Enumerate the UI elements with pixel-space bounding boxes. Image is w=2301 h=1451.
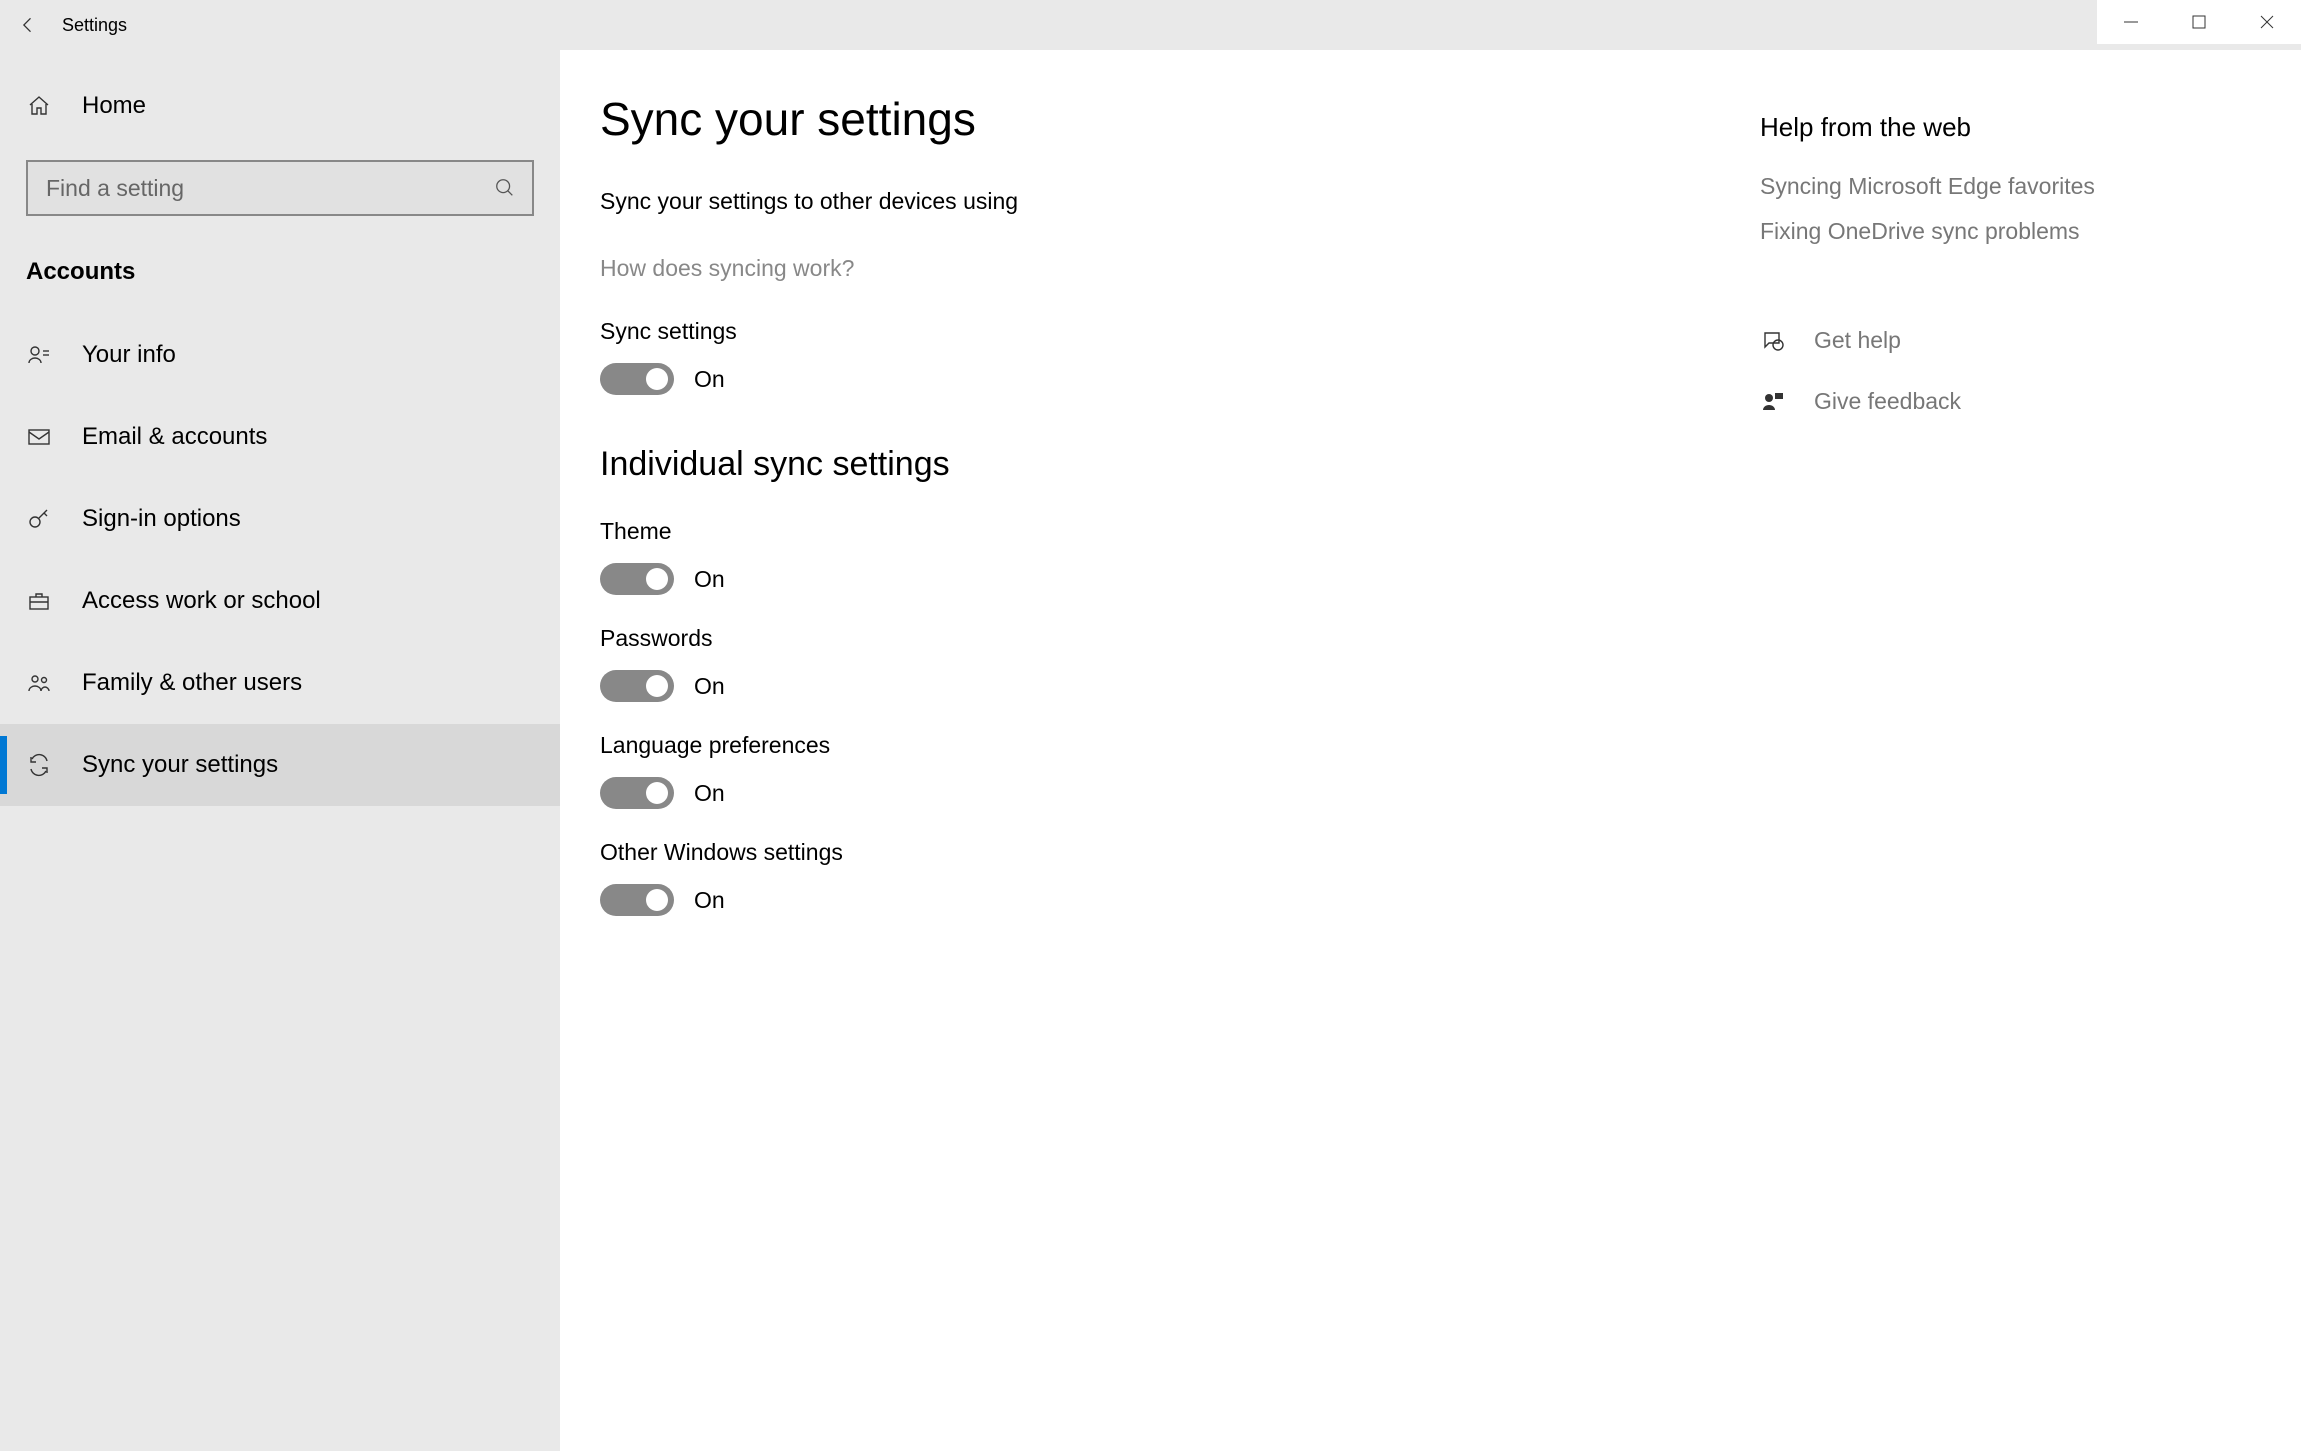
other-windows-toggle[interactable]: [600, 884, 674, 916]
sidebar-item-label: Sign-in options: [82, 505, 241, 533]
feedback-icon: [1760, 390, 1786, 414]
give-feedback-label: Give feedback: [1814, 388, 1961, 415]
briefcase-icon: [26, 589, 52, 613]
minimize-button[interactable]: [2097, 0, 2165, 44]
sidebar-item-label: Family & other users: [82, 669, 302, 697]
minimize-icon: [2123, 14, 2139, 30]
maximize-button[interactable]: [2165, 0, 2233, 44]
sidebar-item-sync-settings[interactable]: Sync your settings: [0, 724, 560, 806]
sidebar-home-label: Home: [82, 92, 146, 120]
help-heading: Help from the web: [1760, 112, 2200, 143]
sidebar-home[interactable]: Home: [0, 72, 560, 140]
title-bar: Settings: [0, 0, 2301, 50]
theme-label: Theme: [600, 518, 1760, 545]
get-help-link[interactable]: Get help: [1760, 327, 2200, 354]
other-windows-label: Other Windows settings: [600, 839, 1760, 866]
sidebar-item-your-info[interactable]: Your info: [0, 314, 560, 396]
back-arrow-icon: [18, 15, 38, 35]
give-feedback-link[interactable]: Give feedback: [1760, 388, 2200, 415]
window-title: Settings: [56, 15, 127, 36]
get-help-label: Get help: [1814, 327, 1901, 354]
mail-icon: [26, 425, 52, 449]
chat-help-icon: [1760, 329, 1786, 353]
sync-settings-state: On: [694, 366, 725, 393]
page-description: Sync your settings to other devices usin…: [600, 188, 1760, 215]
person-card-icon: [26, 343, 52, 367]
sidebar-item-label: Email & accounts: [82, 423, 267, 451]
help-pane: Help from the web Syncing Microsoft Edge…: [1760, 92, 2240, 1451]
help-link-onedrive-sync[interactable]: Fixing OneDrive sync problems: [1760, 218, 2200, 245]
sidebar: Home Accounts Your info Em: [0, 50, 560, 1451]
sync-icon: [26, 753, 52, 777]
home-icon: [26, 94, 52, 118]
sidebar-item-email-accounts[interactable]: Email & accounts: [0, 396, 560, 478]
help-link-edge-favorites[interactable]: Syncing Microsoft Edge favorites: [1760, 173, 2200, 200]
key-icon: [26, 507, 52, 531]
sync-settings-toggle[interactable]: [600, 363, 674, 395]
search-input[interactable]: [46, 175, 492, 202]
search-icon: [492, 177, 518, 199]
other-windows-state: On: [694, 887, 725, 914]
sidebar-item-label: Your info: [82, 341, 176, 369]
sidebar-item-label: Access work or school: [82, 587, 321, 615]
theme-state: On: [694, 566, 725, 593]
page-title: Sync your settings: [600, 92, 1760, 146]
search-box[interactable]: [26, 160, 534, 216]
passwords-state: On: [694, 673, 725, 700]
maximize-icon: [2192, 15, 2206, 29]
sidebar-item-access-work-school[interactable]: Access work or school: [0, 560, 560, 642]
theme-toggle[interactable]: [600, 563, 674, 595]
how-syncing-works-link[interactable]: How does syncing work?: [600, 255, 1760, 282]
passwords-label: Passwords: [600, 625, 1760, 652]
content-area: Sync your settings Sync your settings to…: [560, 92, 1760, 1451]
language-state: On: [694, 780, 725, 807]
language-label: Language preferences: [600, 732, 1760, 759]
window-controls: [2097, 0, 2301, 44]
sidebar-category: Accounts: [0, 216, 560, 304]
close-button[interactable]: [2233, 0, 2301, 44]
close-icon: [2259, 14, 2275, 30]
sidebar-item-family-other-users[interactable]: Family & other users: [0, 642, 560, 724]
people-icon: [26, 671, 52, 695]
sidebar-item-signin-options[interactable]: Sign-in options: [0, 478, 560, 560]
individual-heading: Individual sync settings: [600, 445, 1760, 484]
sync-settings-label: Sync settings: [600, 318, 1760, 345]
back-button[interactable]: [0, 0, 56, 50]
sidebar-item-label: Sync your settings: [82, 751, 278, 779]
passwords-toggle[interactable]: [600, 670, 674, 702]
language-toggle[interactable]: [600, 777, 674, 809]
